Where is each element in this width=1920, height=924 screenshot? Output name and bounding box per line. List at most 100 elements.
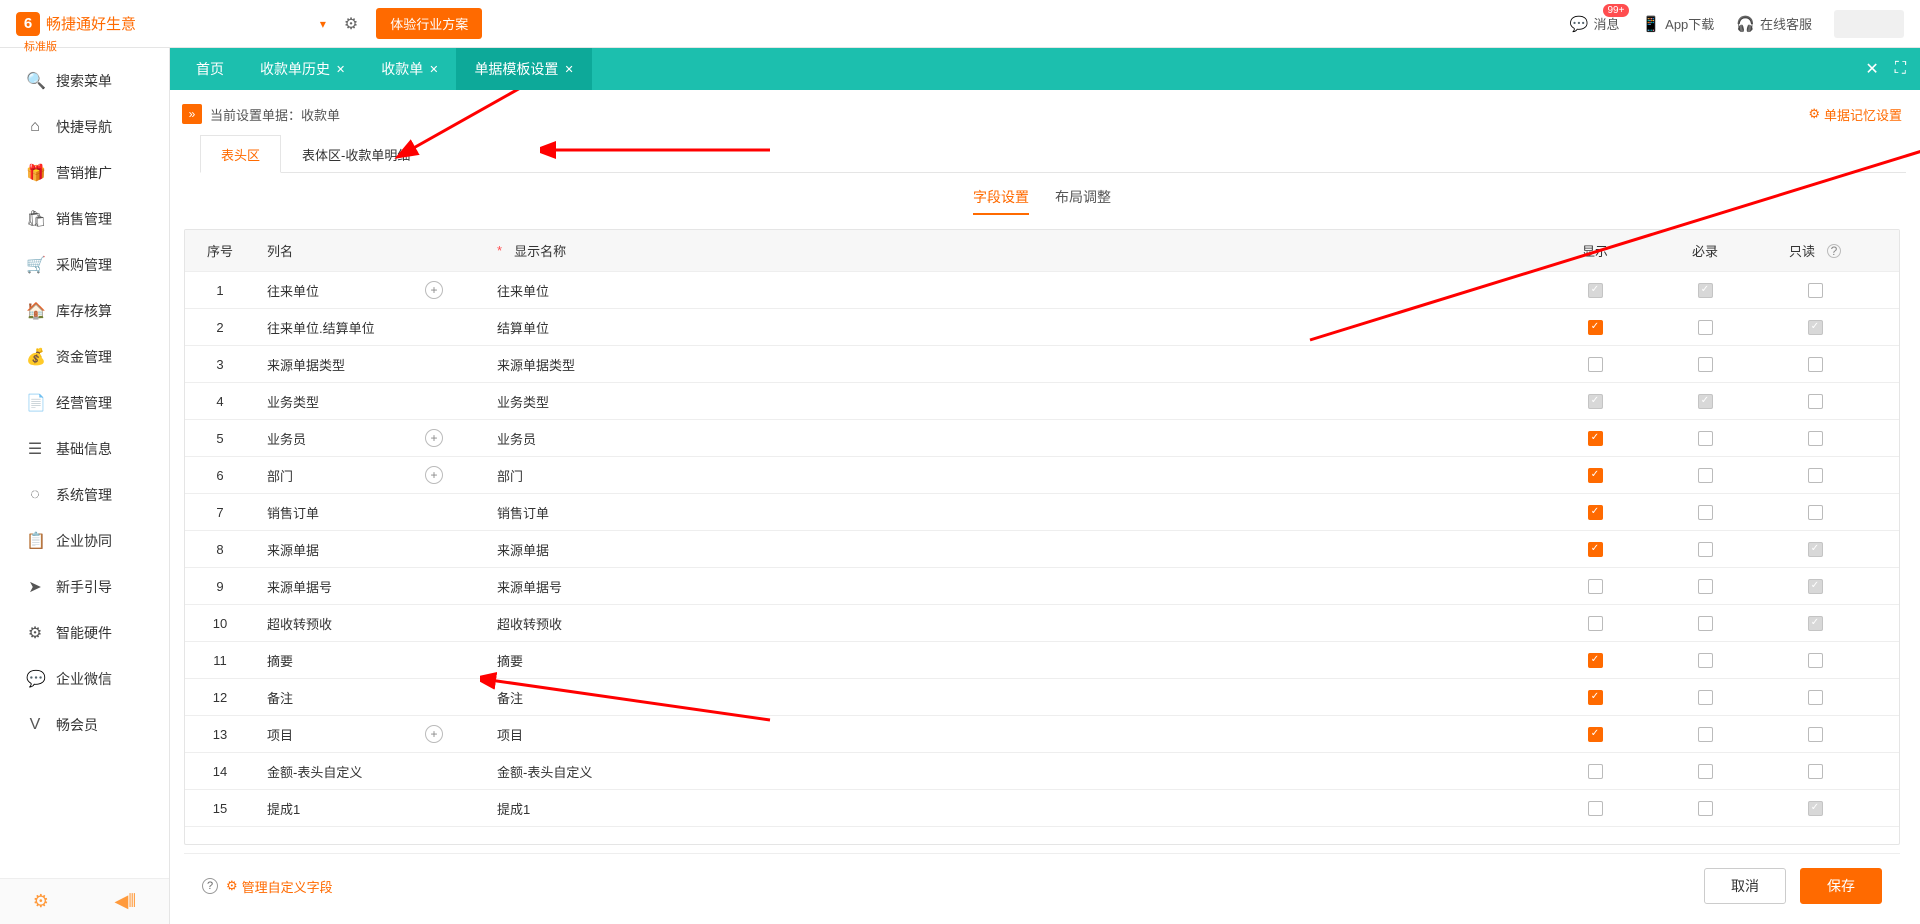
cell-displayname[interactable]: 摘要 xyxy=(485,651,1540,670)
checkbox[interactable] xyxy=(1588,690,1603,705)
help-icon[interactable]: ? xyxy=(1827,244,1841,258)
sidebar-item[interactable]: ⚙智能硬件 xyxy=(0,610,169,656)
checkbox[interactable] xyxy=(1698,579,1713,594)
checkbox[interactable] xyxy=(1698,505,1713,520)
checkbox[interactable] xyxy=(1808,431,1823,446)
save-button[interactable]: 保存 xyxy=(1800,868,1882,904)
messages-link[interactable]: 💬 消息 99+ xyxy=(1570,14,1620,33)
cell-displayname[interactable]: 往来单位 xyxy=(485,281,1540,300)
checkbox[interactable] xyxy=(1698,764,1713,779)
cancel-button[interactable]: 取消 xyxy=(1704,868,1786,904)
checkbox[interactable] xyxy=(1698,801,1713,816)
plus-icon[interactable]: + xyxy=(425,429,443,447)
checkbox[interactable] xyxy=(1808,653,1823,668)
checkbox[interactable] xyxy=(1698,616,1713,631)
cell-readonly xyxy=(1760,505,1870,520)
checkbox[interactable] xyxy=(1698,357,1713,372)
collapse-toggle[interactable]: » xyxy=(182,104,202,124)
download-link[interactable]: 📱 App下载 xyxy=(1641,14,1714,33)
sidebar-item[interactable]: 🛍销售管理 xyxy=(0,196,169,242)
manage-custom-fields-link[interactable]: ⚙ 管理自定义字段 xyxy=(226,877,333,896)
cell-displayname[interactable]: 金额-表头自定义 xyxy=(485,762,1540,781)
sidebar-item[interactable]: 💰资金管理 xyxy=(0,334,169,380)
company-selector[interactable]: ▾ xyxy=(206,16,326,32)
checkbox[interactable] xyxy=(1698,542,1713,557)
cell-displayname[interactable]: 业务类型 xyxy=(485,392,1540,411)
checkbox[interactable] xyxy=(1588,542,1603,557)
collapse-icon[interactable]: ◀⦀ xyxy=(114,891,136,912)
checkbox[interactable] xyxy=(1808,283,1823,298)
sidebar-item[interactable]: 🔍搜索菜单 xyxy=(0,58,169,104)
sidebar-item[interactable]: 📋企业协同 xyxy=(0,518,169,564)
cell-displayname[interactable]: 来源单据 xyxy=(485,540,1540,559)
checkbox[interactable] xyxy=(1588,653,1603,668)
tab[interactable]: 收款单✕ xyxy=(363,48,456,90)
checkbox[interactable] xyxy=(1588,616,1603,631)
checkbox[interactable] xyxy=(1698,468,1713,483)
checkbox[interactable] xyxy=(1808,727,1823,742)
service-link[interactable]: 🎧 在线客服 xyxy=(1736,14,1812,33)
user-avatar[interactable] xyxy=(1834,10,1904,38)
checkbox[interactable] xyxy=(1698,431,1713,446)
plus-icon[interactable]: + xyxy=(425,281,443,299)
close-icon[interactable]: ✕ xyxy=(336,63,345,76)
gear-icon[interactable]: ⚙ xyxy=(344,14,358,34)
cell-displayname[interactable]: 部门 xyxy=(485,466,1540,485)
checkbox[interactable] xyxy=(1808,357,1823,372)
cell-displayname[interactable]: 结算单位 xyxy=(485,318,1540,337)
plus-icon[interactable]: + xyxy=(425,725,443,743)
checkbox[interactable] xyxy=(1588,801,1603,816)
sidebar-item[interactable]: 🏠库存核算 xyxy=(0,288,169,334)
sidebar-item[interactable]: ⌂快捷导航 xyxy=(0,104,169,150)
checkbox[interactable] xyxy=(1588,727,1603,742)
cell-displayname[interactable]: 来源单据类型 xyxy=(485,355,1540,374)
checkbox[interactable] xyxy=(1698,727,1713,742)
sidebar-item[interactable]: 💬企业微信 xyxy=(0,656,169,702)
sidebar-item[interactable]: ➤新手引导 xyxy=(0,564,169,610)
trial-button[interactable]: 体验行业方案 xyxy=(376,8,482,39)
checkbox[interactable] xyxy=(1698,320,1713,335)
sidebar-item[interactable]: V畅会员 xyxy=(0,702,169,748)
checkbox[interactable] xyxy=(1588,468,1603,483)
checkbox[interactable] xyxy=(1698,653,1713,668)
tab[interactable]: 首页 xyxy=(178,48,242,90)
settings-icon[interactable]: ⚙ xyxy=(33,891,49,912)
checkbox[interactable] xyxy=(1588,505,1603,520)
cell-displayname[interactable]: 备注 xyxy=(485,688,1540,707)
section-tab[interactable]: 表体区-收款单明细 xyxy=(281,135,431,173)
close-icon[interactable]: ✕ xyxy=(429,63,438,76)
checkbox[interactable] xyxy=(1588,431,1603,446)
checkbox[interactable] xyxy=(1698,690,1713,705)
cell-displayname[interactable]: 提成1 xyxy=(485,799,1540,818)
sub-tab[interactable]: 布局调整 xyxy=(1055,187,1111,215)
tab[interactable]: 单据模板设置✕ xyxy=(456,48,591,90)
help-icon[interactable]: ? xyxy=(202,878,218,894)
cell-displayname[interactable]: 业务员 xyxy=(485,429,1540,448)
checkbox[interactable] xyxy=(1588,320,1603,335)
tab[interactable]: 收款单历史✕ xyxy=(242,48,363,90)
fullscreen-icon[interactable]: ⛶ xyxy=(1895,60,1906,78)
close-all-icon[interactable]: ✕ xyxy=(1865,59,1878,79)
sidebar-item[interactable]: ☰基础信息 xyxy=(0,426,169,472)
sidebar-item[interactable]: 🛒采购管理 xyxy=(0,242,169,288)
sidebar-item[interactable]: 📄经营管理 xyxy=(0,380,169,426)
sub-tab[interactable]: 字段设置 xyxy=(973,187,1029,215)
checkbox[interactable] xyxy=(1808,764,1823,779)
checkbox[interactable] xyxy=(1808,505,1823,520)
close-icon[interactable]: ✕ xyxy=(564,63,573,76)
checkbox[interactable] xyxy=(1808,394,1823,409)
sidebar-item[interactable]: ◌系统管理 xyxy=(0,472,169,518)
memory-settings-link[interactable]: ⚙ 单据记忆设置 xyxy=(1808,105,1902,124)
cell-displayname[interactable]: 销售订单 xyxy=(485,503,1540,522)
plus-icon[interactable]: + xyxy=(425,466,443,484)
checkbox[interactable] xyxy=(1808,468,1823,483)
cell-displayname[interactable]: 项目 xyxy=(485,725,1540,744)
checkbox[interactable] xyxy=(1808,690,1823,705)
cell-displayname[interactable]: 超收转预收 xyxy=(485,614,1540,633)
section-tab[interactable]: 表头区 xyxy=(200,135,281,173)
checkbox[interactable] xyxy=(1588,357,1603,372)
sidebar-item[interactable]: 🎁营销推广 xyxy=(0,150,169,196)
checkbox[interactable] xyxy=(1588,764,1603,779)
checkbox[interactable] xyxy=(1588,579,1603,594)
cell-displayname[interactable]: 来源单据号 xyxy=(485,577,1540,596)
